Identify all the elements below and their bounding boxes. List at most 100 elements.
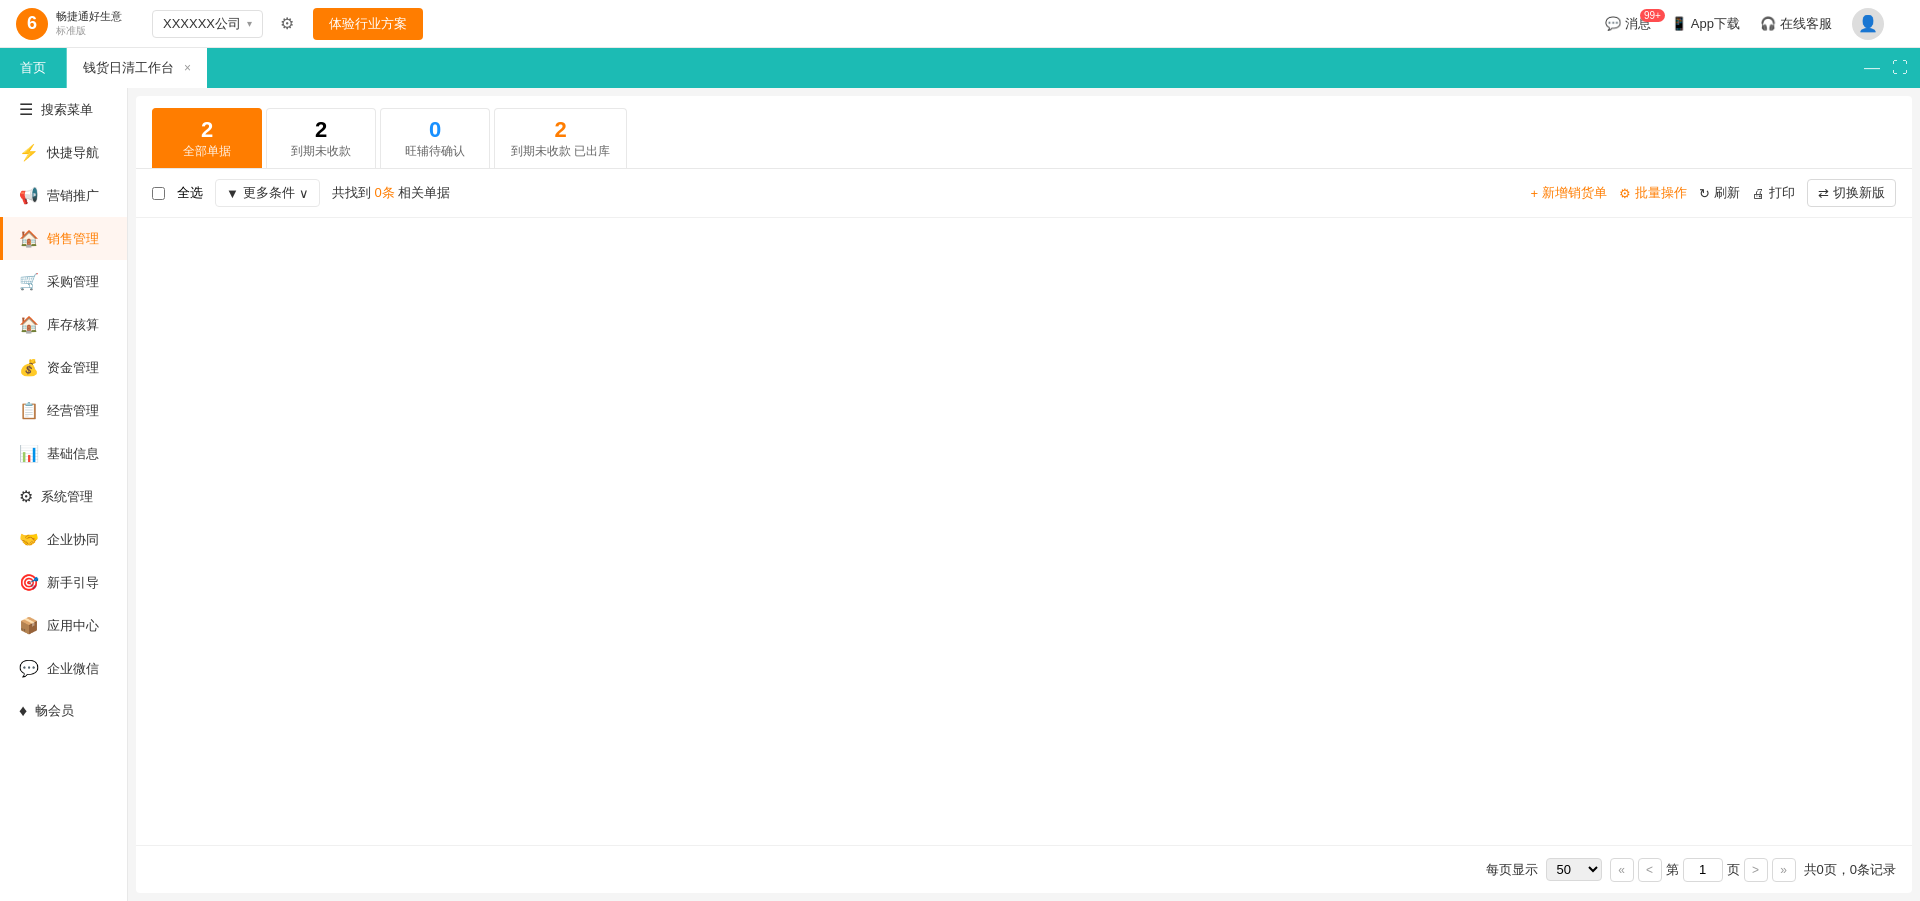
company-selector[interactable]: XXXXXX公司 ▾	[152, 10, 263, 38]
page-nav: « < 第 页 > »	[1610, 858, 1796, 882]
tab-minimize-button[interactable]: —	[1860, 56, 1884, 80]
switch-icon: ⇄	[1818, 186, 1829, 201]
tab-home[interactable]: 首页	[0, 48, 67, 88]
stat-number-shipped: 2	[511, 117, 610, 143]
stat-tab-shipped[interactable]: 2 到期未收款 已出库	[494, 108, 627, 168]
filter-icon: ▼	[226, 186, 239, 201]
sidebar-item-label: 基础信息	[47, 445, 99, 463]
stat-tab-all[interactable]: 2 全部单据	[152, 108, 262, 168]
settings-button[interactable]: ⚙	[271, 8, 303, 40]
sidebar-item-wechat[interactable]: 💬 企业微信	[0, 647, 127, 690]
sidebar-item-search[interactable]: ☰ 搜索菜单	[0, 88, 127, 131]
basic-icon: 📊	[19, 444, 39, 463]
sidebar-item-collab[interactable]: 🤝 企业协同	[0, 518, 127, 561]
stat-number-overdue: 2	[283, 117, 359, 143]
sidebar-item-sales[interactable]: 🏠 销售管理	[0, 217, 127, 260]
quick-nav-icon: ⚡	[19, 143, 39, 162]
table-area	[136, 218, 1912, 845]
app-download-button[interactable]: 📱 App下载	[1671, 15, 1740, 33]
tab-label: 钱货日清工作台	[83, 59, 174, 77]
stats-tabs: 2 全部单据 2 到期未收款 0 旺辅待确认 2 到期未收款 已出库	[136, 96, 1912, 169]
next-page-button[interactable]: >	[1744, 858, 1768, 882]
sidebar-item-label: 畅会员	[35, 702, 74, 720]
sidebar-item-operation[interactable]: 📋 经营管理	[0, 389, 127, 432]
message-icon: 💬	[1605, 16, 1621, 31]
trial-button[interactable]: 体验行业方案	[313, 8, 423, 40]
guide-icon: 🎯	[19, 573, 39, 592]
batch-operation-button[interactable]: ⚙ 批量操作	[1619, 184, 1687, 202]
content-inner: 2 全部单据 2 到期未收款 0 旺辅待确认 2 到期未收款 已出库	[136, 96, 1912, 893]
per-page-label: 每页显示	[1486, 861, 1538, 879]
avatar[interactable]: 👤	[1852, 8, 1884, 40]
message-button[interactable]: 💬 消息 99+	[1605, 15, 1651, 33]
stat-number-all: 2	[169, 117, 245, 143]
stat-tab-overdue[interactable]: 2 到期未收款	[266, 108, 376, 168]
sidebar-item-label: 快捷导航	[47, 144, 99, 162]
filter-button[interactable]: ▼ 更多条件 ∨	[215, 179, 320, 207]
tabbar: 首页 钱货日清工作台 × — ⛶	[0, 48, 1920, 88]
inventory-icon: 🏠	[19, 315, 39, 334]
stat-label-all: 全部单据	[169, 143, 245, 160]
operation-icon: 📋	[19, 401, 39, 420]
logo-icon: 6	[16, 8, 48, 40]
total-text: 共0页，0条记录	[1804, 861, 1896, 879]
sidebar-item-label: 营销推广	[47, 187, 99, 205]
batch-icon: ⚙	[1619, 186, 1631, 201]
page-number-input[interactable]	[1683, 858, 1723, 882]
sidebar-item-label: 企业微信	[47, 660, 99, 678]
sidebar-item-label: 应用中心	[47, 617, 99, 635]
print-button[interactable]: 🖨 打印	[1752, 184, 1795, 202]
finance-icon: 💰	[19, 358, 39, 377]
stat-number-pending: 0	[397, 117, 473, 143]
stat-tab-pending[interactable]: 0 旺辅待确认	[380, 108, 490, 168]
message-badge: 99+	[1640, 9, 1665, 22]
app-icon: 📱	[1671, 16, 1687, 31]
stat-label-pending: 旺辅待确认	[397, 143, 473, 160]
print-icon: 🖨	[1752, 186, 1765, 201]
member-icon: ♦	[19, 702, 27, 720]
sidebar-item-finance[interactable]: 💰 资金管理	[0, 346, 127, 389]
select-all-checkbox[interactable]	[152, 187, 165, 200]
tab-close-icon[interactable]: ×	[184, 61, 191, 75]
first-page-button[interactable]: «	[1610, 858, 1634, 882]
sidebar-item-inventory[interactable]: 🏠 库存核算	[0, 303, 127, 346]
sidebar-item-system[interactable]: ⚙ 系统管理	[0, 475, 127, 518]
page-label: 第	[1666, 861, 1679, 879]
sidebar-item-label: 销售管理	[47, 230, 99, 248]
purchase-icon: 🛒	[19, 272, 39, 291]
plus-icon: +	[1530, 186, 1538, 201]
sidebar-item-marketing[interactable]: 📢 营销推广	[0, 174, 127, 217]
sidebar-item-label: 经营管理	[47, 402, 99, 420]
tab-workbench[interactable]: 钱货日清工作台 ×	[67, 48, 207, 88]
pagination: 每页显示 10 20 50 100 « < 第 页 > » 共0页，0条记录	[136, 845, 1912, 893]
prev-page-button[interactable]: <	[1638, 858, 1662, 882]
sidebar-item-basic[interactable]: 📊 基础信息	[0, 432, 127, 475]
sales-icon: 🏠	[19, 229, 39, 248]
stat-label-overdue: 到期未收款	[283, 143, 359, 160]
refresh-button[interactable]: ↻ 刷新	[1699, 184, 1740, 202]
topbar: 6 畅捷通好生意 标准版 XXXXXX公司 ▾ ⚙ 体验行业方案 💬 消息 99…	[0, 0, 1920, 48]
per-page-select[interactable]: 10 20 50 100	[1546, 858, 1602, 881]
sidebar-item-label: 企业协同	[47, 531, 99, 549]
sidebar-item-quick-nav[interactable]: ⚡ 快捷导航	[0, 131, 127, 174]
sidebar-item-label: 新手引导	[47, 574, 99, 592]
logo-name: 畅捷通好生意	[56, 9, 122, 23]
last-page-button[interactable]: »	[1772, 858, 1796, 882]
sidebar-item-member[interactable]: ♦ 畅会员	[0, 690, 127, 732]
sidebar-item-purchase[interactable]: 🛒 采购管理	[0, 260, 127, 303]
switch-version-button[interactable]: ⇄ 切换新版	[1807, 179, 1896, 207]
sidebar-item-guide[interactable]: 🎯 新手引导	[0, 561, 127, 604]
wechat-icon: 💬	[19, 659, 39, 678]
sidebar-item-label: 搜索菜单	[41, 101, 93, 119]
batch-label: 批量操作	[1635, 184, 1687, 202]
toolbar: 全选 ▼ 更多条件 ∨ 共找到 0条 相关单据 + 新增销货单 ⚙	[136, 169, 1912, 218]
new-order-button[interactable]: + 新增销货单	[1530, 184, 1607, 202]
print-label: 打印	[1769, 184, 1795, 202]
refresh-icon: ↻	[1699, 186, 1710, 201]
online-service-button[interactable]: 🎧 在线客服	[1760, 15, 1832, 33]
collab-icon: 🤝	[19, 530, 39, 549]
sidebar-item-apps[interactable]: 📦 应用中心	[0, 604, 127, 647]
select-all-label: 全选	[177, 184, 203, 202]
tab-maximize-button[interactable]: ⛶	[1888, 56, 1912, 80]
logo-sub: 标准版	[56, 24, 122, 38]
